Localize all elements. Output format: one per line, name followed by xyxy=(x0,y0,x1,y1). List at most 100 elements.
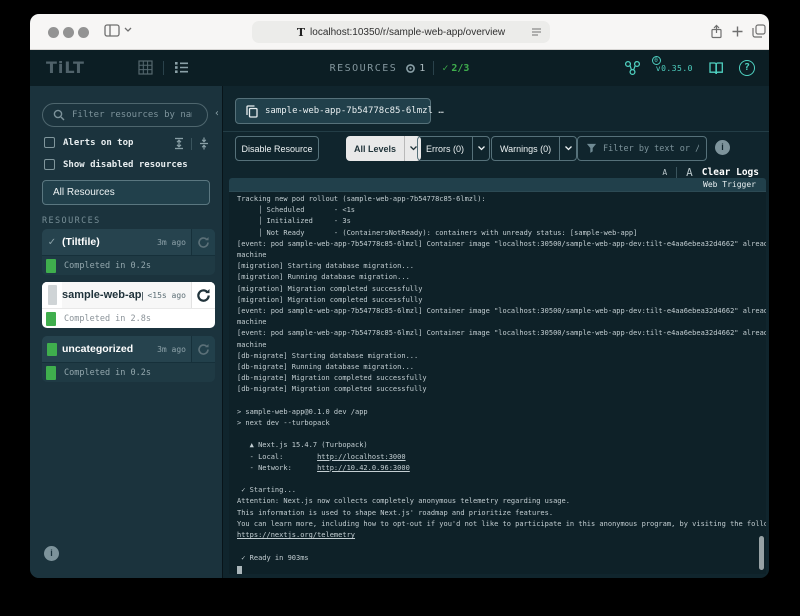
log-line: machine xyxy=(237,340,267,349)
log-line: [migration] Migration completed successf… xyxy=(237,295,423,304)
font-size-decrease-button[interactable]: A xyxy=(662,168,667,177)
log-line: [db-migrate] Starting database migration… xyxy=(237,351,419,360)
log-line: Tracking new pod rollout (sample-web-app… xyxy=(237,195,486,203)
help-icon[interactable]: ? xyxy=(739,60,755,76)
log-line: - Network: http://10.42.0.96:3000 xyxy=(237,463,410,472)
all-resources-button[interactable]: All Resources xyxy=(42,180,210,205)
log-line: machine xyxy=(237,251,267,260)
disable-resource-button[interactable]: Disable Resource xyxy=(235,136,319,161)
chevron-down-icon xyxy=(472,137,489,160)
alerts-on-top-checkbox[interactable] xyxy=(44,137,55,148)
resources-label: RESOURCES xyxy=(329,62,398,74)
zoom-window-button[interactable] xyxy=(78,27,89,38)
log-filter[interactable] xyxy=(577,136,707,161)
version-label[interactable]: 0 v0.35.0 xyxy=(651,55,693,73)
share-icon[interactable] xyxy=(710,24,723,39)
search-icon xyxy=(53,109,65,121)
tilt-favicon: T xyxy=(296,25,306,39)
log-line: [migration] Migration completed successf… xyxy=(237,284,423,293)
log-line: https://nextjs.org/telemetry xyxy=(237,530,758,541)
check-icon: ✓ xyxy=(442,62,449,74)
reader-icon[interactable] xyxy=(531,26,542,37)
pod-tab-row: sample-web-app-7b54778c85-6lmzl … xyxy=(223,86,769,132)
show-disabled-label: Show disabled resources xyxy=(63,159,188,170)
resource-status: Completed in 0.2s xyxy=(64,260,151,271)
browser-window: T localhost:10350/r/sample-web-app/overv… xyxy=(30,14,769,578)
resource-time: <15s ago xyxy=(147,290,186,300)
chevron-down-icon[interactable] xyxy=(124,27,132,33)
log-filter-input[interactable] xyxy=(603,143,699,154)
resource-filter[interactable] xyxy=(42,103,208,127)
log-link[interactable]: http://10.42.0.96:3000 xyxy=(317,464,410,472)
clear-logs-button[interactable]: Clear Logs xyxy=(702,167,759,178)
tilt-header: TiLT RESOURCES 1 ✓ 2/3 0 v0.35.0 ? xyxy=(30,50,769,86)
log-line: Attention: Next.js now collects complete… xyxy=(237,497,570,506)
pending-status: 1 xyxy=(405,63,425,74)
resource-status: Completed in 0.2s xyxy=(64,367,151,378)
cluster-icon[interactable] xyxy=(624,60,641,76)
web-trigger-label[interactable]: Web Trigger xyxy=(703,180,756,189)
funnel-icon xyxy=(586,143,597,154)
docs-book-icon[interactable] xyxy=(708,61,724,76)
address-bar[interactable]: T localhost:10350/r/sample-web-app/overv… xyxy=(252,21,550,43)
log-link[interactable]: https://nextjs.org/telemetry xyxy=(237,531,355,539)
trigger-update-button[interactable] xyxy=(191,229,215,255)
warnings-dropdown[interactable]: Warnings (0) xyxy=(491,136,578,161)
all-levels-dropdown[interactable]: All Levels xyxy=(346,136,422,161)
chevron-down-icon xyxy=(559,137,576,160)
trigger-update-button[interactable] xyxy=(191,282,215,308)
log-lines: Tracking new pod rollout (sample-web-app… xyxy=(229,192,766,574)
status-ok-icon: ✓ xyxy=(47,236,57,248)
sidebar-collapse-chevron[interactable]: ‹ xyxy=(214,108,220,119)
resource-name: sample-web-app xyxy=(62,289,144,301)
status-green-bar xyxy=(46,258,56,273)
copy-icon xyxy=(246,104,258,118)
sidebar: ‹ Alerts on top Show disabled xyxy=(30,86,222,578)
log-line: ▲ Next.js 15.4.7 (Turbopack) xyxy=(237,441,368,450)
info-icon[interactable]: i xyxy=(44,546,59,561)
log-line: │ Not Ready - (ContainersNotReady): cont… xyxy=(237,228,638,237)
pod-id-copy-button[interactable]: sample-web-app-7b54778c85-6lmzl … xyxy=(235,98,444,124)
log-line: [db-migrate] Running database migration.… xyxy=(237,363,415,372)
log-line: │ Initialized - 3s xyxy=(237,217,351,226)
status-green-bar xyxy=(47,342,57,356)
resource-item-tiltfile[interactable]: ✓ (Tiltfile) 3m ago Completed in 0.2s xyxy=(42,229,215,275)
trigger-update-button[interactable] xyxy=(191,336,215,362)
log-view: sample-web-app-7b54778c85-6lmzl … Disabl… xyxy=(222,86,769,578)
log-line: > sample-web-app@0.1.0 dev /app xyxy=(237,407,368,416)
log-pane-header: Web Trigger xyxy=(229,178,766,192)
desktop: T localhost:10350/r/sample-web-app/overv… xyxy=(0,0,800,616)
resource-item-uncategorized[interactable]: uncategorized 3m ago Completed in 0.2s xyxy=(42,336,215,382)
resource-filter-input[interactable] xyxy=(72,110,192,120)
log-line: [event: pod sample-web-app-7b54778c85-6l… xyxy=(237,329,766,338)
log-line: - Local: http://localhost:3000 xyxy=(237,452,406,461)
expand-all-icon[interactable] xyxy=(173,137,185,150)
log-line: [migration] Starting database migration.… xyxy=(237,262,415,271)
errors-dropdown[interactable]: Errors (0) xyxy=(417,136,490,161)
tab-overview-icon[interactable] xyxy=(752,24,766,38)
show-disabled-checkbox[interactable] xyxy=(44,159,55,170)
status-green-bar xyxy=(46,311,56,326)
resource-item-sample-web-app[interactable]: sample-web-app <15s ago Completed in 2.8… xyxy=(42,282,215,328)
filter-info-icon[interactable]: i xyxy=(715,140,730,155)
pod-id-text: sample-web-app-7b54778c85-6lmzl … xyxy=(265,106,444,116)
resource-name: uncategorized xyxy=(62,343,134,355)
log-line: This information is used to shape Next.j… xyxy=(237,508,554,517)
new-tab-icon[interactable] xyxy=(732,26,743,37)
collapse-all-icon[interactable] xyxy=(198,137,210,150)
log-line: [migration] Running database migration..… xyxy=(237,273,410,282)
minimize-window-button[interactable] xyxy=(63,27,74,38)
log-line: [event: pod sample-web-app-7b54778c85-6l… xyxy=(237,307,766,316)
show-disabled-row: Show disabled resources xyxy=(44,159,188,170)
log-line: machine xyxy=(237,318,267,327)
close-window-button[interactable] xyxy=(48,27,59,38)
log-link[interactable]: http://localhost:3000 xyxy=(317,453,406,461)
log-line: [event: pod sample-web-app-7b54778c85-6l… xyxy=(237,239,766,248)
status-divider xyxy=(433,61,435,75)
url-text: localhost:10350/r/sample-web-app/overvie… xyxy=(310,26,506,38)
sidebar-toggle-icon[interactable] xyxy=(104,24,120,37)
log-scrollbar-thumb[interactable] xyxy=(759,536,764,570)
